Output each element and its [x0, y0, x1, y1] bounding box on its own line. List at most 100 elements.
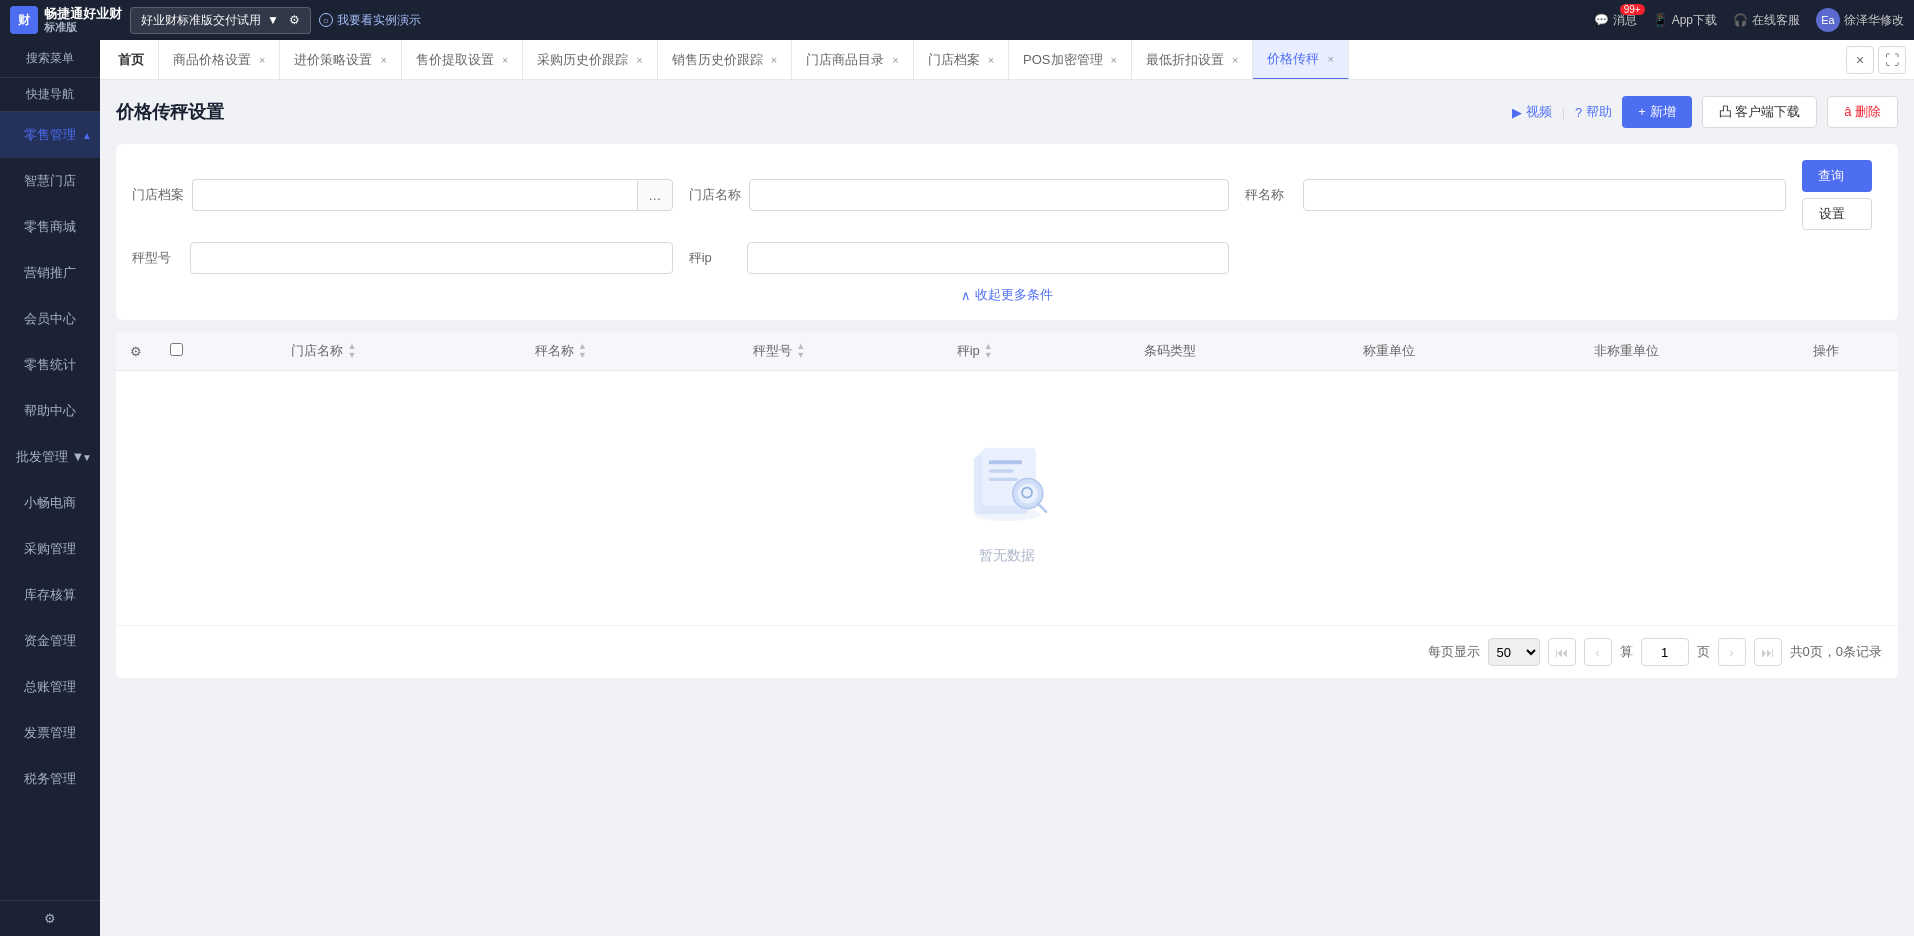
sidebar-item-help[interactable]: 帮助中心	[0, 388, 100, 434]
tab-close-sale-history[interactable]: ×	[771, 54, 777, 66]
prev-page-btn[interactable]: ‹	[1584, 638, 1612, 666]
th-action: 操作	[1754, 332, 1898, 371]
scale-ip-input[interactable]	[747, 242, 1230, 274]
sidebar-item-wholesale[interactable]: 批发管理 ▼	[0, 434, 100, 480]
th-scale-name[interactable]: 秤名称 ▲▼	[452, 332, 670, 371]
video-link[interactable]: ▶ 视频	[1512, 103, 1552, 121]
set-button[interactable]: 设置	[1802, 198, 1872, 230]
query-button[interactable]: 查询	[1802, 160, 1872, 192]
tab-close-all-btn[interactable]: ×	[1846, 46, 1874, 74]
sidebar-item-member[interactable]: 会员中心	[0, 296, 100, 342]
th-gear[interactable]: ⚙	[116, 332, 156, 371]
store-file-input[interactable]	[192, 179, 637, 211]
settings-icon[interactable]: ⚙	[289, 13, 300, 27]
tab-bar-actions: × ⛶	[1846, 46, 1910, 74]
empty-row: 暂无数据	[116, 371, 1898, 626]
sidebar-item-retail[interactable]: 零售管理	[0, 112, 100, 158]
sidebar-item-stat[interactable]: 零售统计	[0, 342, 100, 388]
filter-scale-name-label: 秤名称	[1245, 186, 1295, 204]
tab-price-scale[interactable]: 价格传秤 ×	[1253, 40, 1348, 80]
video-label: 视频	[1526, 103, 1552, 121]
dropdown-icon: ▼	[267, 13, 279, 27]
sidebar-item-tax[interactable]: 税务管理	[0, 756, 100, 802]
empty-state: 暂无数据	[116, 371, 1898, 625]
store-name-input[interactable]	[749, 179, 1230, 211]
content-area: 首页 商品价格设置 × 进价策略设置 × 售价提取设置 × 采购历史价跟踪 ×	[100, 40, 1914, 936]
page-label: 算	[1620, 643, 1633, 661]
total-label: 共0页，0条记录	[1790, 643, 1882, 661]
page-actions: ▶ 视频 | ? 帮助 + 新增 凸 客户端下载 â 删除	[1512, 96, 1898, 128]
collapse-arrow-icon: ∧	[961, 288, 971, 303]
tab-pos-mgmt[interactable]: POS加密管理 ×	[1009, 40, 1132, 80]
help-link[interactable]: ? 帮助	[1575, 103, 1612, 121]
message-icon: 💬	[1594, 13, 1609, 27]
headset-icon: 🎧	[1733, 13, 1748, 27]
tab-store-catalog[interactable]: 门店商品目录 ×	[792, 40, 913, 80]
download-button[interactable]: 凸 客户端下载	[1702, 96, 1818, 128]
online-service-btn[interactable]: 🎧 在线客服	[1733, 12, 1800, 29]
next-page-btn[interactable]: ›	[1718, 638, 1746, 666]
filter-store-file: 门店档案 …	[132, 179, 673, 211]
tab-price-extract[interactable]: 售价提取设置 ×	[402, 40, 523, 80]
tab-store-file[interactable]: 门店档案 ×	[914, 40, 1009, 80]
sidebar-item-finance[interactable]: 资金管理	[0, 618, 100, 664]
collapse-btn[interactable]: ∧ 收起更多条件	[961, 286, 1053, 304]
tab-purchase-history[interactable]: 采购历史价跟踪 ×	[523, 40, 657, 80]
scale-name-input[interactable]	[1303, 179, 1786, 211]
demo-circle-icon: ○	[319, 13, 333, 27]
sidebar-item-ledger[interactable]: 总账管理	[0, 664, 100, 710]
first-page-btn[interactable]: ⏮	[1548, 638, 1576, 666]
top-bar: 财 畅捷通好业财 标准版 好业财标准版交付试用 ▼ ⚙ ○ 我要看实例演示 💬 …	[0, 0, 1914, 40]
divider: |	[1562, 105, 1565, 120]
tab-purchase-strategy[interactable]: 进价策略设置 ×	[280, 40, 401, 80]
tab-close-store-file[interactable]: ×	[988, 54, 994, 66]
sidebar-item-ecom[interactable]: 小畅电商	[0, 480, 100, 526]
th-store-name[interactable]: 门店名称 ▲▼	[196, 332, 452, 371]
th-barcode-type: 条码类型	[1061, 332, 1280, 371]
sidebar-item-inventory[interactable]: 库存核算	[0, 572, 100, 618]
demo-link[interactable]: ○ 我要看实例演示	[319, 12, 421, 29]
tab-sale-history[interactable]: 销售历史价跟踪 ×	[658, 40, 792, 80]
tab-home[interactable]: 首页	[104, 40, 159, 80]
tab-min-discount[interactable]: 最低折扣设置 ×	[1132, 40, 1253, 80]
sidebar-item-marketing[interactable]: 营销推广	[0, 250, 100, 296]
sidebar-settings[interactable]: ⚙	[0, 900, 100, 936]
tab-close-price-setting[interactable]: ×	[259, 54, 265, 66]
tab-close-store-catalog[interactable]: ×	[892, 54, 898, 66]
tab-close-pos-mgmt[interactable]: ×	[1111, 54, 1117, 66]
tab-close-price-scale[interactable]: ×	[1327, 53, 1333, 65]
settings-gear-icon: ⚙	[44, 911, 56, 926]
sidebar: 搜索菜单 快捷导航 零售管理 智慧门店 零售商城 营销推广 会员中心 零售统计 …	[0, 40, 100, 936]
tab-expand-btn[interactable]: ⛶	[1878, 46, 1906, 74]
th-non-weight-unit: 非称重单位	[1498, 332, 1754, 371]
version-selector[interactable]: 好业财标准版交付试用 ▼ ⚙	[130, 7, 311, 34]
per-page-select[interactable]: 10 20 50 100	[1488, 638, 1540, 666]
add-button[interactable]: + 新增	[1622, 96, 1691, 128]
page-input[interactable]	[1641, 638, 1689, 666]
tab-close-purchase-strategy[interactable]: ×	[380, 54, 386, 66]
page-header: 价格传秤设置 ▶ 视频 | ? 帮助 + 新增 凸 客户端下载 â	[116, 96, 1898, 128]
filter-row-1: 门店档案 … 门店名称 秤名称	[132, 160, 1882, 230]
sidebar-quick-nav[interactable]: 快捷导航	[0, 78, 100, 112]
tab-price-setting[interactable]: 商品价格设置 ×	[159, 40, 280, 80]
tab-close-price-extract[interactable]: ×	[502, 54, 508, 66]
sidebar-item-invoice[interactable]: 发票管理	[0, 710, 100, 756]
sidebar-search[interactable]: 搜索菜单	[0, 40, 100, 78]
top-bar-left: 财 畅捷通好业财 标准版 好业财标准版交付试用 ▼ ⚙ ○ 我要看实例演示	[10, 6, 421, 35]
store-file-dots-btn[interactable]: …	[637, 179, 673, 211]
tab-close-purchase-history[interactable]: ×	[636, 54, 642, 66]
th-scale-ip[interactable]: 秤ip ▲▼	[888, 332, 1061, 371]
filter-scale-model: 秤型号	[132, 242, 673, 274]
message-btn[interactable]: 💬 消息 99+	[1594, 12, 1637, 29]
select-all-checkbox[interactable]	[170, 343, 183, 356]
tab-close-min-discount[interactable]: ×	[1232, 54, 1238, 66]
scale-model-input[interactable]	[190, 242, 673, 274]
sidebar-item-mall[interactable]: 零售商城	[0, 204, 100, 250]
user-btn[interactable]: Ea 徐泽华修改	[1816, 8, 1904, 32]
th-scale-model[interactable]: 秤型号 ▲▼	[670, 332, 888, 371]
sidebar-item-smart[interactable]: 智慧门店	[0, 158, 100, 204]
delete-button[interactable]: â 删除	[1827, 96, 1898, 128]
sidebar-item-purchase[interactable]: 采购管理	[0, 526, 100, 572]
last-page-btn[interactable]: ⏭	[1754, 638, 1782, 666]
app-download-btn[interactable]: 📱 App下载	[1653, 12, 1717, 29]
